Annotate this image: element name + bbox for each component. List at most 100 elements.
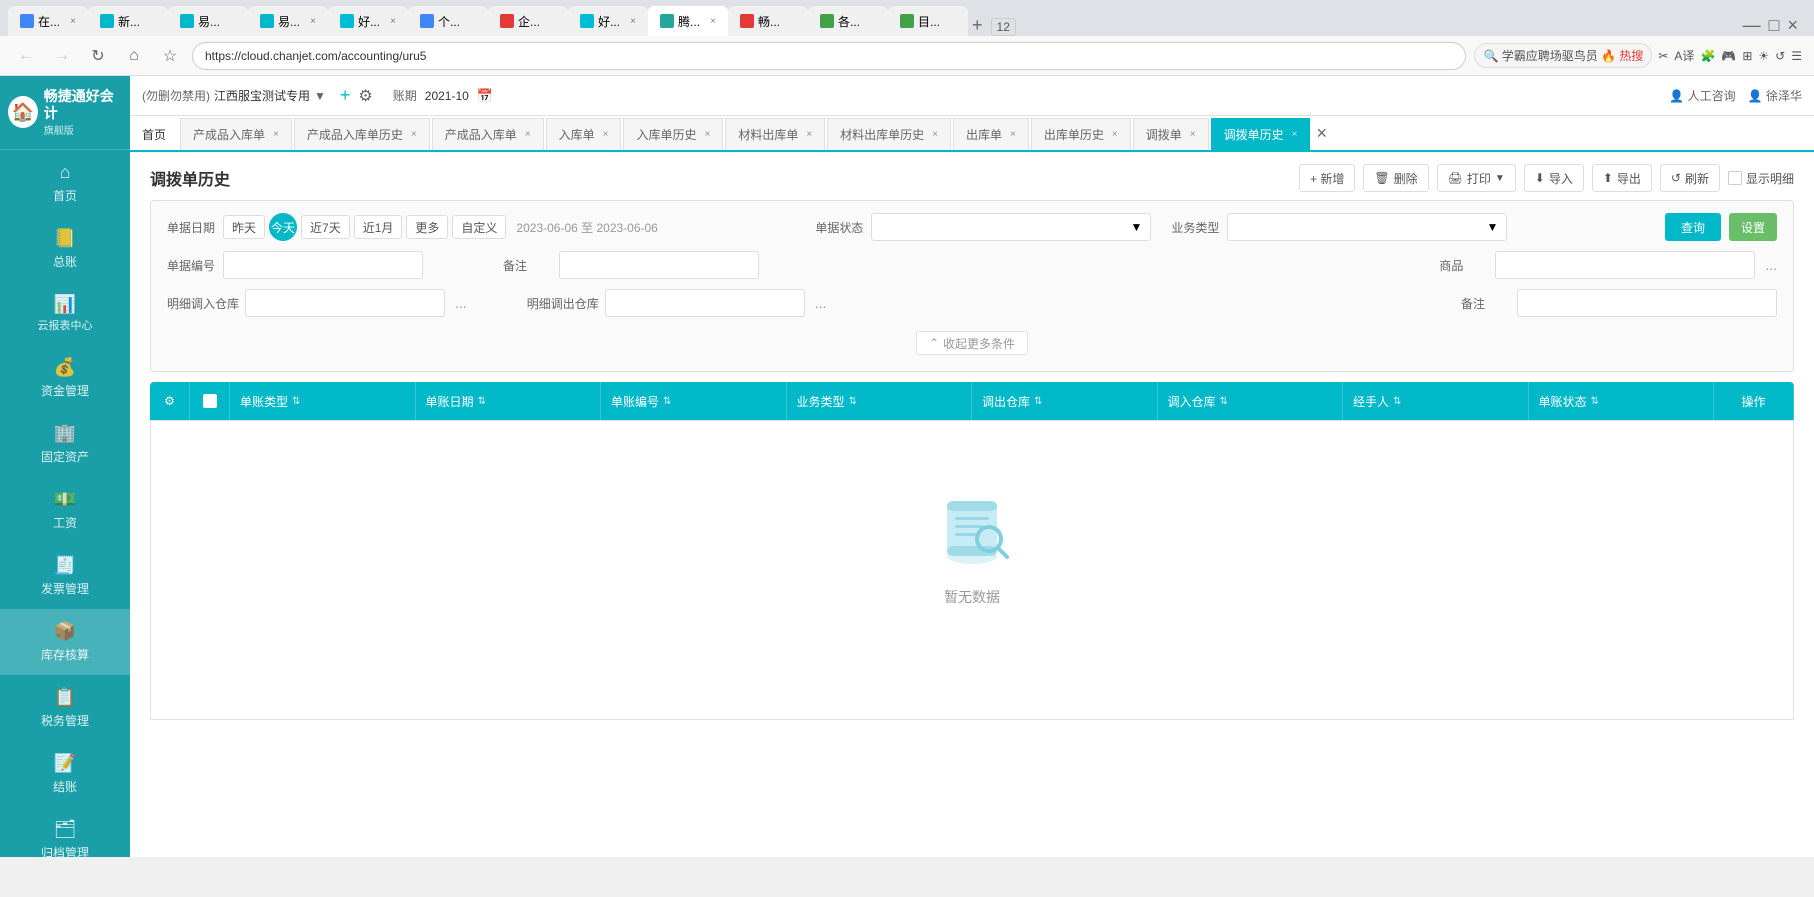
- company-settings-icon[interactable]: ⚙: [358, 86, 372, 106]
- tab-close-icon[interactable]: ×: [390, 16, 396, 27]
- period-value[interactable]: 2021-10: [425, 89, 469, 103]
- company-selector[interactable]: (勿删勿禁用) 江西服宝测试专用 ▼: [142, 87, 326, 104]
- calendar-icon[interactable]: 📅: [477, 88, 493, 104]
- sidebar-item-tax[interactable]: 📋 税务管理: [0, 675, 130, 741]
- export-button[interactable]: ⬆ 导出: [1592, 164, 1652, 192]
- select-all-checkbox[interactable]: [203, 394, 217, 408]
- th-doc-no[interactable]: 单账编号 ⇅: [601, 382, 787, 420]
- tab-product-inbound-history[interactable]: 产成品入库单历史 ×: [294, 118, 430, 150]
- th-biz-type[interactable]: 业务类型 ⇅: [787, 382, 973, 420]
- biztype-select[interactable]: ▼: [1227, 213, 1507, 241]
- undo-icon[interactable]: ↺: [1775, 49, 1785, 63]
- tab-close-icon[interactable]: ×: [1190, 129, 1196, 140]
- menu-icon[interactable]: ☰: [1791, 49, 1802, 63]
- sidebar-item-ledger[interactable]: 📒 总账: [0, 216, 130, 282]
- inbound-wh-input[interactable]: [245, 289, 445, 317]
- th-doc-type[interactable]: 单账类型 ⇅: [230, 382, 416, 420]
- add-company-button[interactable]: +: [340, 85, 351, 106]
- minimize-button[interactable]: —: [1743, 15, 1761, 36]
- home-button[interactable]: ⌂: [120, 42, 148, 70]
- th-inbound-wh[interactable]: 调入仓库 ⇅: [1158, 382, 1344, 420]
- tab-close-icon[interactable]: ×: [806, 129, 812, 140]
- tab-close-icon[interactable]: ×: [525, 129, 531, 140]
- address-bar[interactable]: [192, 42, 1466, 70]
- tab-material-outbound[interactable]: 材料出库单 ×: [725, 118, 825, 150]
- status-select[interactable]: ▼: [871, 213, 1151, 241]
- tab-close-icon[interactable]: ×: [310, 16, 316, 27]
- import-button[interactable]: ⬇ 导入: [1524, 164, 1584, 192]
- sidebar-item-invoice[interactable]: 🧾 发票管理: [0, 543, 130, 609]
- new-button[interactable]: + 新增: [1299, 164, 1355, 192]
- query-button[interactable]: 查询: [1665, 213, 1721, 241]
- extension-icon[interactable]: 🧩: [1700, 49, 1715, 63]
- forward-button[interactable]: →: [48, 42, 76, 70]
- browser-tab-11[interactable]: 目...: [888, 6, 968, 36]
- back-button[interactable]: ←: [12, 42, 40, 70]
- tab-home[interactable]: 首页: [130, 118, 178, 150]
- tab-outbound-history[interactable]: 出库单历史 ×: [1031, 118, 1131, 150]
- outbound-wh-select-icon[interactable]: ...: [815, 295, 827, 311]
- sidebar-item-home[interactable]: ⌂ 首页: [0, 150, 130, 216]
- th-settings[interactable]: ⚙: [150, 382, 190, 420]
- browser-tab-10[interactable]: 各...: [808, 6, 888, 36]
- close-window-button[interactable]: ×: [1787, 15, 1798, 36]
- tab-outbound[interactable]: 出库单 ×: [953, 118, 1029, 150]
- show-detail-toggle[interactable]: 显示明细: [1728, 170, 1794, 187]
- reload-button[interactable]: ↻: [84, 42, 112, 70]
- sidebar-item-inventory[interactable]: 📦 库存核算: [0, 609, 130, 675]
- date-btn-1month[interactable]: 近1月: [354, 215, 403, 239]
- theme-icon[interactable]: ☀: [1758, 49, 1769, 63]
- game-icon[interactable]: 🎮: [1721, 49, 1736, 63]
- tab-inbound-history[interactable]: 入库单历史 ×: [623, 118, 723, 150]
- tab-close-icon[interactable]: ×: [704, 129, 710, 140]
- th-doc-status[interactable]: 单账状态 ⇅: [1529, 382, 1715, 420]
- browser-tab-2[interactable]: 新...: [88, 6, 168, 36]
- tab-transfer[interactable]: 调拨单 ×: [1133, 118, 1209, 150]
- print-button[interactable]: 🖨 打印 ▼: [1437, 164, 1516, 192]
- tab-close-icon[interactable]: ×: [710, 16, 716, 27]
- user-profile[interactable]: 👤 徐泽华: [1748, 87, 1802, 104]
- remark2-input[interactable]: [1517, 289, 1777, 317]
- tab-close-icon[interactable]: ×: [1010, 129, 1016, 140]
- bookmark-button[interactable]: ☆: [156, 42, 184, 70]
- tab-close-icon[interactable]: ×: [630, 16, 636, 27]
- tab-close-icon[interactable]: ×: [70, 16, 76, 27]
- outbound-wh-input[interactable]: [605, 289, 805, 317]
- tab-close-icon[interactable]: ×: [603, 129, 609, 140]
- search-box[interactable]: 🔍 学霸应聘场驱鸟员 🔥 热搜: [1474, 43, 1652, 68]
- sidebar-item-fixed-asset[interactable]: 🏢 固定资产: [0, 411, 130, 477]
- tab-product-inbound2[interactable]: 产成品入库单 ×: [432, 118, 544, 150]
- tab-close-icon[interactable]: ×: [1112, 129, 1118, 140]
- tab-product-inbound[interactable]: 产成品入库单 ×: [180, 118, 292, 150]
- support-link[interactable]: 👤 人工咨询: [1669, 87, 1735, 104]
- scissors-icon[interactable]: ✂: [1658, 49, 1668, 63]
- tab-close-icon[interactable]: ×: [411, 129, 417, 140]
- docno-input[interactable]: [223, 251, 423, 279]
- browser-tab-9[interactable]: 畅...: [728, 6, 808, 36]
- goods-select-icon[interactable]: ...: [1765, 257, 1777, 273]
- delete-button[interactable]: 🗑 删除: [1363, 164, 1428, 192]
- date-btn-more[interactable]: 更多: [406, 215, 448, 239]
- remark-input[interactable]: [559, 251, 759, 279]
- maximize-button[interactable]: □: [1769, 15, 1780, 36]
- tab-transfer-history[interactable]: 调拨单历史 ×: [1211, 118, 1311, 150]
- collapse-button[interactable]: ⌃ 收起更多条件: [916, 331, 1028, 355]
- date-btn-7days[interactable]: 近7天: [301, 215, 350, 239]
- sidebar-item-archive[interactable]: 🗂 归档管理: [0, 807, 130, 857]
- browser-tab-5[interactable]: 好... ×: [328, 6, 408, 36]
- th-checkbox[interactable]: [190, 382, 230, 420]
- browser-tab-3[interactable]: 易...: [168, 6, 248, 36]
- sidebar-item-fund[interactable]: 💰 资金管理: [0, 345, 130, 411]
- tab-close-icon[interactable]: ×: [932, 129, 938, 140]
- date-btn-custom[interactable]: 自定义: [452, 215, 506, 239]
- new-tab-button[interactable]: +: [972, 15, 983, 36]
- sidebar-item-report[interactable]: 📊 云报表中心: [0, 282, 130, 345]
- goods-input[interactable]: [1495, 251, 1755, 279]
- date-btn-yesterday[interactable]: 昨天: [223, 215, 265, 239]
- th-handler[interactable]: 经手人 ⇅: [1343, 382, 1529, 420]
- refresh-button[interactable]: ↺ 刷新: [1660, 164, 1720, 192]
- th-outbound-wh[interactable]: 调出仓库 ⇅: [972, 382, 1158, 420]
- browser-tab-4[interactable]: 易... ×: [248, 6, 328, 36]
- browser-tab-8[interactable]: 好... ×: [568, 6, 648, 36]
- translate-icon[interactable]: A译: [1674, 47, 1694, 64]
